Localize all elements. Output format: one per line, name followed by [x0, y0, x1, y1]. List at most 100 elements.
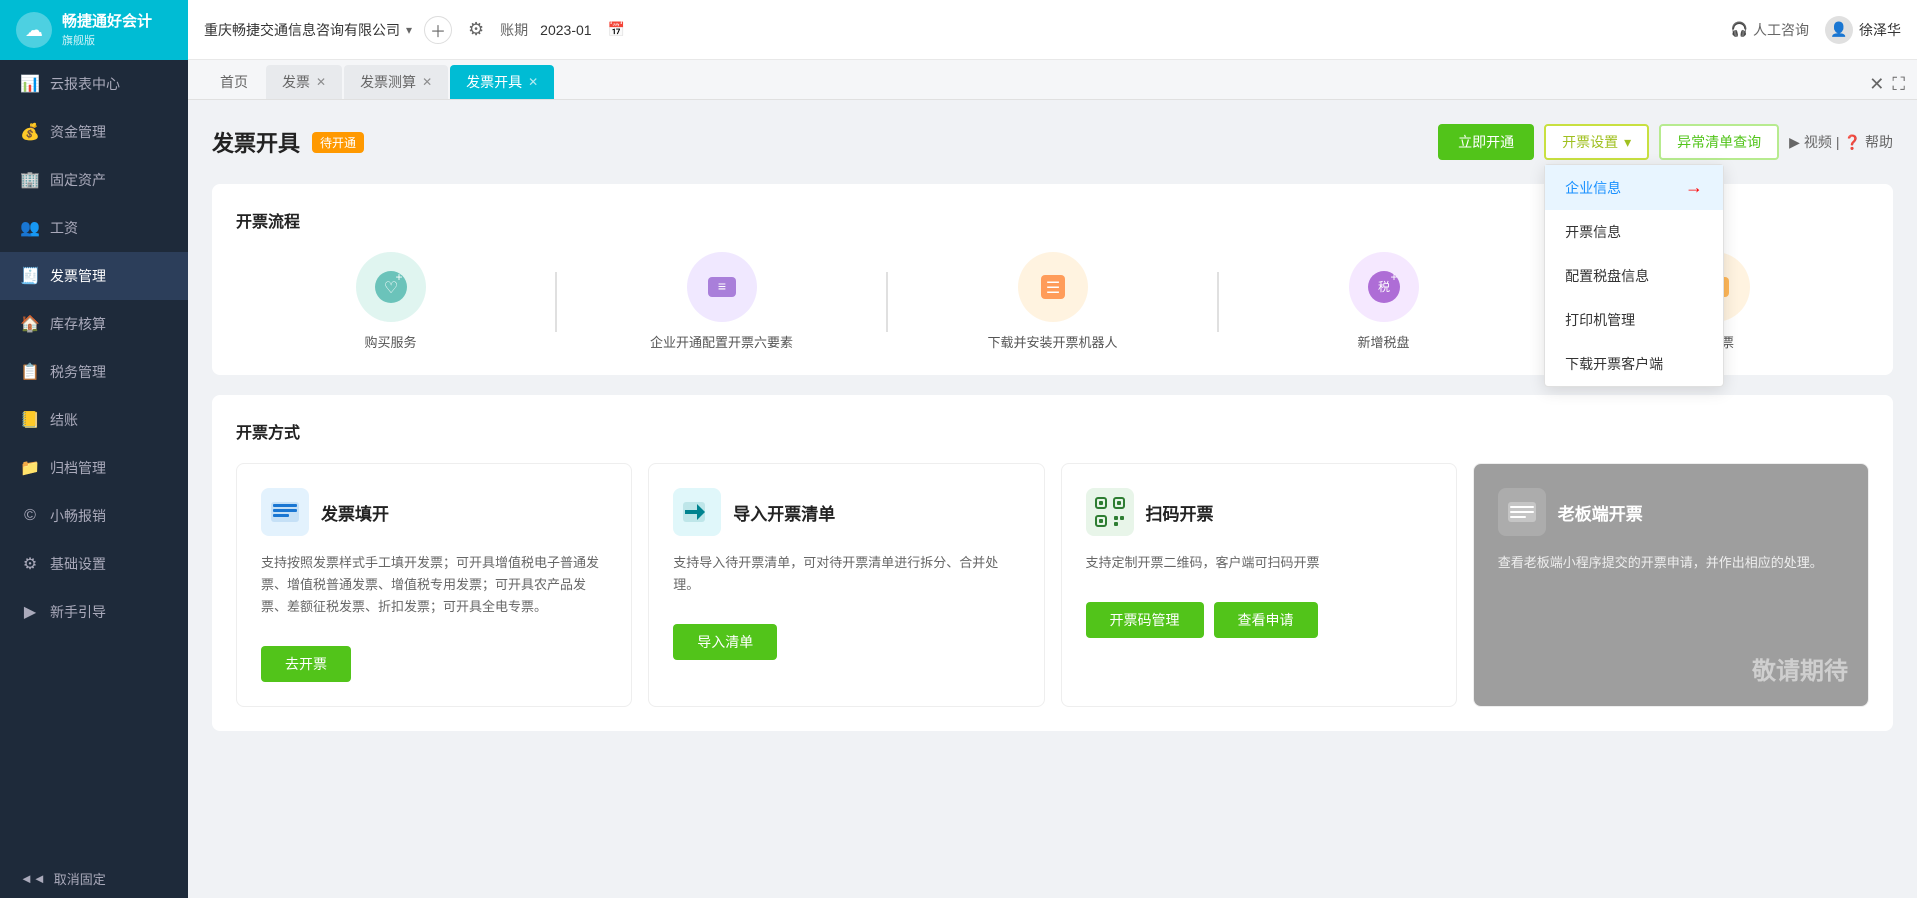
app-logo: ☁ 畅捷通好会计 旗舰版: [0, 0, 188, 60]
exception-list-button[interactable]: 异常清单查询: [1659, 124, 1779, 160]
dropdown-item-label: 下载开票客户端: [1565, 356, 1663, 372]
method-btn-scan-apply[interactable]: 查看申请: [1214, 602, 1318, 638]
sidebar-item-kucun[interactable]: 🏠 库存核算: [0, 300, 188, 348]
activate-button[interactable]: 立即开通: [1438, 124, 1534, 160]
human-help-button[interactable]: 🎧 人工咨询: [1731, 20, 1809, 40]
tab-home-label: 首页: [220, 72, 248, 92]
sidebar-item-label: 结账: [50, 410, 78, 430]
play-icon: ▶: [1789, 134, 1800, 151]
flow-step-label-3: 下载并安装开票机器人: [987, 332, 1117, 351]
sidebar-item-guidang[interactable]: 📁 归档管理: [0, 444, 188, 492]
tab-fapiaokaiju-close[interactable]: ✕: [528, 75, 538, 89]
main-area: 重庆畅捷交通信息咨询有限公司 ▾ ＋ ⚙ 账期 2023-01 📅 🎧 人工咨询…: [188, 0, 1917, 898]
video-label: 视频: [1804, 132, 1832, 152]
jichushezhi-icon: ⚙: [20, 554, 40, 574]
method-icon-import: [673, 488, 721, 536]
tab-expand-button[interactable]: ⛶: [1892, 74, 1905, 95]
method-icon-scan: [1086, 488, 1134, 536]
red-arrow-icon: →: [1685, 177, 1703, 197]
sidebar-item-label: 固定资产: [50, 170, 106, 190]
xiaochang-icon: ©: [20, 507, 40, 525]
tab-fapiaokaiju[interactable]: 发票开具 ✕: [450, 65, 554, 99]
status-badge: 待开通: [312, 132, 364, 153]
sidebar-item-jichushezhi[interactable]: ⚙ 基础设置: [0, 540, 188, 588]
flow-step-label-1: 购买服务: [364, 332, 416, 351]
fapiao-icon: 🧾: [20, 266, 40, 286]
sidebar-item-label: 税务管理: [50, 362, 106, 382]
tab-fapiaokaiju-label: 发票开具: [466, 72, 522, 92]
settings-button[interactable]: 开票设置 ▾: [1544, 124, 1649, 160]
method-card-import: 导入开票清单 支持导入待开票清单，可对待开票清单进行拆分、合并处理。 导入清单: [648, 463, 1044, 707]
method-header-fill: 发票填开: [261, 488, 607, 536]
flow-divider-2: [886, 272, 888, 332]
dropdown-item-kaipiainfo[interactable]: 开票信息: [1545, 210, 1723, 254]
tab-close-all-button[interactable]: ✕: [1869, 74, 1884, 95]
sidebar-item-zijin[interactable]: 💰 资金管理: [0, 108, 188, 156]
tab-home[interactable]: 首页: [204, 65, 264, 99]
method-btn-scan-manage[interactable]: 开票码管理: [1086, 602, 1204, 638]
sidebar-item-yunbaobiao[interactable]: 📊 云报表中心: [0, 60, 188, 108]
method-title-import: 导入开票清单: [733, 500, 835, 525]
method-title-scan: 扫码开票: [1146, 500, 1214, 525]
method-desc-fill: 支持按照发票样式手工填开发票；可开具增值税电子普通发票、增值税普通发票、增值税专…: [261, 552, 607, 618]
flow-step-2: ≡ 企业开通配置开票六要素: [567, 252, 876, 351]
tab-fapiao[interactable]: 发票 ✕: [266, 65, 342, 99]
dropdown-item-qiyeinfo[interactable]: 企业信息 →: [1545, 165, 1723, 210]
sidebar-item-gudingzichan[interactable]: 🏢 固定资产: [0, 156, 188, 204]
user-name: 徐泽华: [1859, 20, 1901, 40]
sidebar-item-label: 归档管理: [50, 458, 106, 478]
header-actions: 立即开通 开票设置 ▾ 企业信息 →: [1438, 124, 1893, 160]
dropdown-item-yinshua[interactable]: 打印机管理: [1545, 298, 1723, 342]
headset-icon: 🎧: [1731, 21, 1748, 38]
flow-step-icon-4: 税+: [1349, 252, 1419, 322]
sidebar-pin-toggle[interactable]: ◄◄ 取消固定: [0, 859, 188, 898]
sidebar-item-label: 基础设置: [50, 554, 106, 574]
method-title-fill: 发票填开: [321, 500, 389, 525]
sidebar-item-xiaochang[interactable]: © 小畅报销: [0, 492, 188, 540]
tab-fapiaocesuan[interactable]: 发票测算 ✕: [344, 65, 448, 99]
flow-divider-3: [1217, 272, 1219, 332]
method-btn-import[interactable]: 导入清单: [673, 624, 777, 660]
settings-icon[interactable]: ⚙: [468, 19, 484, 40]
logo-text: 畅捷通好会计: [62, 12, 152, 32]
method-btn-fill[interactable]: 去开票: [261, 646, 351, 682]
kucun-icon: 🏠: [20, 314, 40, 334]
flow-step-icon-2: ≡: [687, 252, 757, 322]
dropdown-item-xiazai[interactable]: 下载开票客户端: [1545, 342, 1723, 386]
calendar-icon[interactable]: 📅: [608, 21, 625, 38]
add-company-button[interactable]: ＋: [424, 16, 452, 44]
user-menu[interactable]: 👤 徐泽华: [1825, 16, 1901, 44]
sidebar-item-label: 发票管理: [50, 266, 106, 286]
svg-text:+: +: [395, 270, 402, 284]
video-button[interactable]: ▶ 视频 | ❓ 帮助: [1789, 132, 1893, 152]
dropdown-item-label: 打印机管理: [1565, 312, 1635, 328]
guidang-icon: 📁: [20, 458, 40, 478]
logo-sub: 旗舰版: [62, 32, 152, 48]
gongzi-icon: 👥: [20, 218, 40, 238]
method-desc-scan: 支持定制开票二维码，客户端可扫码开票: [1086, 552, 1432, 574]
tab-fapiao-close[interactable]: ✕: [316, 75, 326, 89]
svg-text:+: +: [1390, 270, 1397, 284]
sidebar-item-label: 资金管理: [50, 122, 106, 142]
svg-text:≡: ≡: [717, 278, 725, 294]
flow-step-label-2: 企业开通配置开票六要素: [650, 332, 793, 351]
dropdown-item-peizhi[interactable]: 配置税盘信息: [1545, 254, 1723, 298]
sidebar-item-gongzi[interactable]: 👥 工资: [0, 204, 188, 252]
sidebar-item-label: 小畅报销: [50, 506, 106, 526]
settings-dropdown-container: 开票设置 ▾ 企业信息 → 开票信息: [1544, 124, 1649, 160]
tab-fapiaocesuan-label: 发票测算: [360, 72, 416, 92]
sidebar-item-jiezhang[interactable]: 📒 结账: [0, 396, 188, 444]
sidebar-item-fapiao[interactable]: 🧾 发票管理: [0, 252, 188, 300]
tab-fapiaocesuan-close[interactable]: ✕: [422, 75, 432, 89]
question-icon: ❓: [1844, 134, 1861, 151]
svg-text:税: 税: [1377, 280, 1389, 294]
sidebar-item-xinshouyindao[interactable]: ▶ 新手引导: [0, 588, 188, 636]
flow-step-icon-1: ♡+: [356, 252, 426, 322]
pin-icon: ◄◄: [20, 871, 46, 886]
method-card-scan: 扫码开票 支持定制开票二维码，客户端可扫码开票 开票码管理 查看申请: [1061, 463, 1457, 707]
method-title-boss: 老板端开票: [1558, 500, 1643, 525]
dropdown-item-label: 开票信息: [1565, 224, 1621, 240]
sidebar-item-shuiwu[interactable]: 📋 税务管理: [0, 348, 188, 396]
company-selector[interactable]: 重庆畅捷交通信息咨询有限公司 ▾: [204, 20, 412, 40]
method-icon-boss: [1498, 488, 1546, 536]
